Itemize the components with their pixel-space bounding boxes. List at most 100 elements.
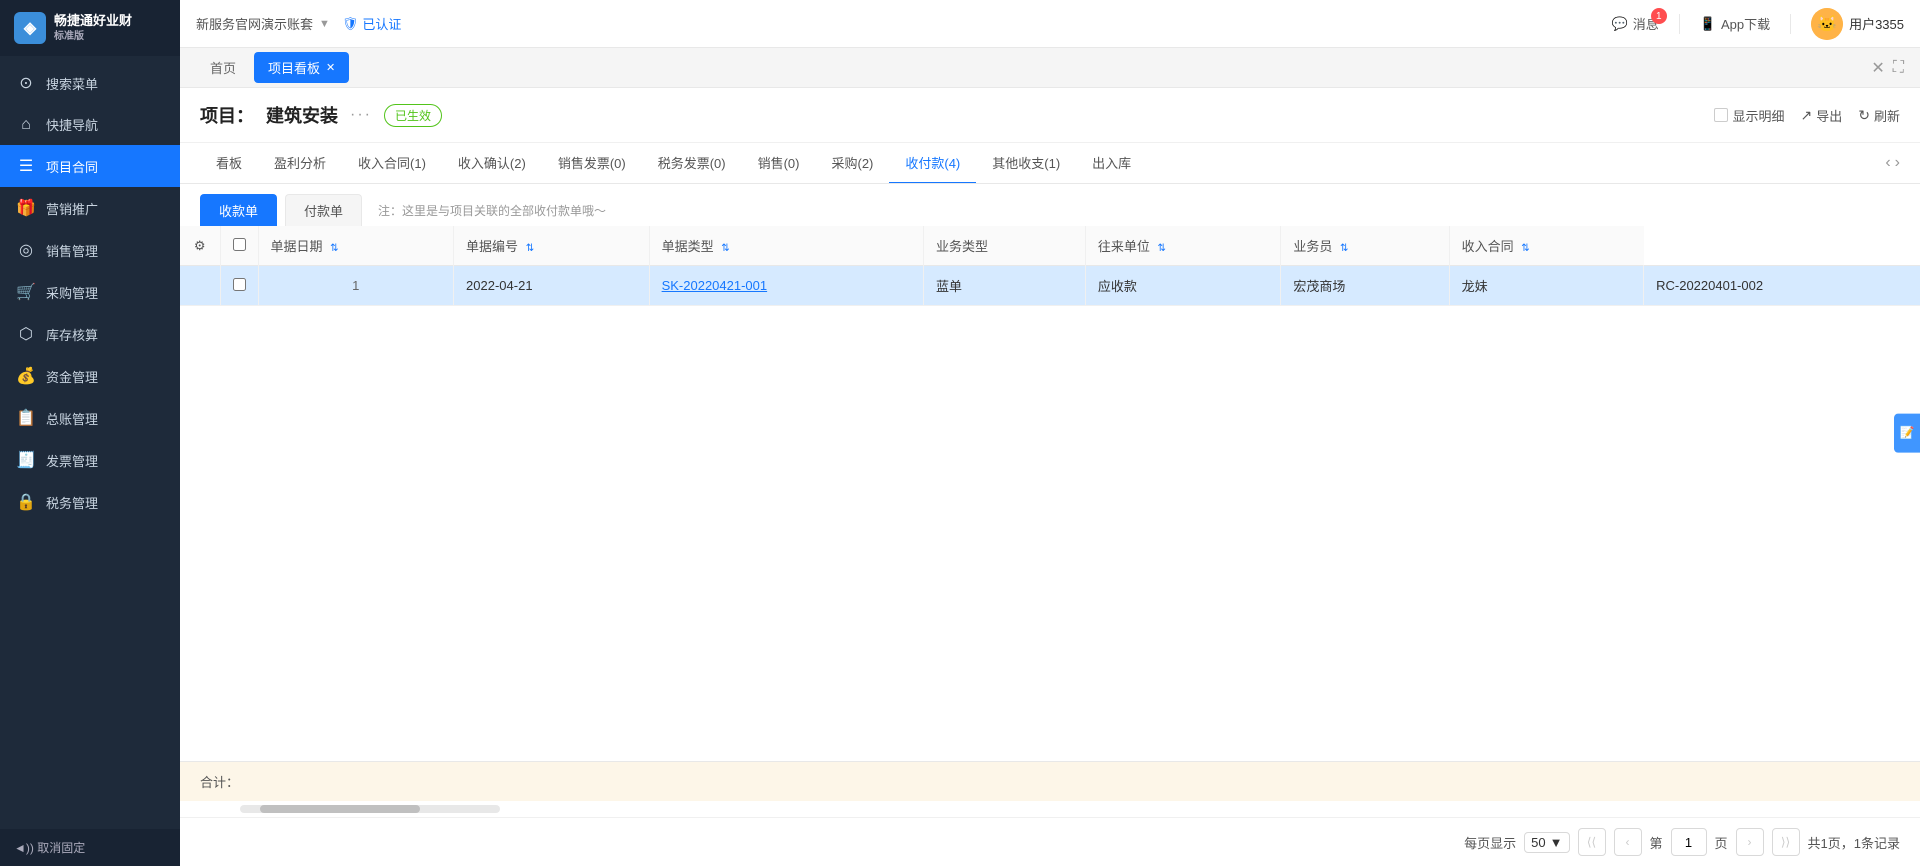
sidebar-item-invoice-mgmt[interactable]: 🧾 发票管理 (0, 439, 180, 481)
row-checkbox[interactable] (233, 278, 246, 291)
sidebar-item-label: 营销推广 (46, 199, 98, 218)
page-unit: 页 (1715, 833, 1728, 852)
page-num-label: 第 (1650, 833, 1663, 852)
th-doc-type[interactable]: 单据类型 ⇅ (649, 226, 923, 266)
sidebar-item-quick-nav[interactable]: ⌂ 快捷导航 (0, 104, 180, 145)
td-counterpart: 宏茂商场 (1281, 266, 1449, 306)
doc-no-link[interactable]: SK-20220421-001 (662, 278, 768, 293)
prev-page-btn[interactable]: ‹ (1614, 828, 1642, 856)
user-label: 用户3355 (1849, 14, 1904, 33)
page-size-arrow-icon: ▼ (1550, 835, 1563, 850)
sidebar-item-search[interactable]: ⊙ 搜索菜单 (0, 62, 180, 104)
show-detail-label: 显示明细 (1732, 106, 1784, 125)
project-status-badge: 已生效 (384, 104, 442, 127)
app-edition: 标准版 (54, 30, 132, 43)
tab-home-label: 首页 (210, 61, 236, 76)
maximize-window-btn[interactable]: ⛶ (1893, 59, 1904, 77)
project-actions: 显示明细 ↗ 导出 ↻ 刷新 (1714, 106, 1900, 125)
sidebar-item-marketing[interactable]: 🎁 营销推广 (0, 187, 180, 229)
sub-tab-sales-label: 销售(0) (758, 156, 800, 171)
app-title: 畅捷通好业财 (54, 13, 132, 30)
contract-icon: ☰ (16, 156, 36, 176)
sidebar-item-fund-mgmt[interactable]: 💰 资金管理 (0, 355, 180, 397)
scrollbar-area (180, 801, 1920, 817)
sub-tab-other-income[interactable]: 其他收支(1) (976, 143, 1076, 184)
window-controls: ✕ ⛶ (1871, 58, 1904, 78)
sub-tab-income-contract[interactable]: 收入合同(1) (342, 143, 442, 184)
sub-tab-tax-invoice-label: 税务发票(0) (658, 156, 726, 171)
sub-tabs: 看板 盈利分析 收入合同(1) 收入确认(2) 销售发票(0) 税务发票(0) … (180, 143, 1920, 184)
sub-tab-purchase[interactable]: 采购(2) (815, 143, 889, 184)
refresh-btn[interactable]: ↻ 刷新 (1858, 106, 1900, 125)
tab-close-icon[interactable]: ✕ (326, 61, 335, 74)
page-size-label: 每页显示 (1464, 833, 1516, 852)
sidebar-item-tax-mgmt[interactable]: 🔒 税务管理 (0, 481, 180, 523)
th-settings[interactable]: ⚙ (180, 226, 220, 266)
notification-badge: 1 (1651, 8, 1667, 24)
th-doc-date[interactable]: 单据日期 ⇅ (258, 226, 454, 266)
workspace-selector[interactable]: 新服务官网演示账套 ▼ (196, 14, 330, 33)
scroll-thumb[interactable] (260, 805, 420, 813)
th-doc-no[interactable]: 单据编号 ⇅ (454, 226, 650, 266)
page-number-input[interactable] (1671, 828, 1707, 856)
sidebar-item-project-contract[interactable]: ☰ 项目合同 (0, 145, 180, 187)
tax-icon: 🔒 (16, 492, 36, 512)
sub-tab-in-out[interactable]: 出入库 (1076, 143, 1147, 184)
sidebar-item-label: 销售管理 (46, 241, 98, 260)
td-doc-type: 蓝单 (923, 266, 1085, 306)
feedback-btn[interactable]: 📝 (1894, 414, 1920, 453)
home-icon: ⌂ (16, 116, 36, 134)
sidebar-item-ledger-mgmt[interactable]: 📋 总账管理 (0, 397, 180, 439)
sub-tab-tax-invoice[interactable]: 税务发票(0) (642, 143, 742, 184)
inner-tab-payment[interactable]: 付款单 (285, 194, 362, 226)
select-all-checkbox[interactable] (233, 238, 246, 251)
sub-tab-profit[interactable]: 盈利分析 (258, 143, 342, 184)
sub-tab-purchase-label: 采购(2) (831, 156, 873, 171)
search-icon: ⊙ (16, 73, 36, 93)
gift-icon: 🎁 (16, 198, 36, 218)
next-page-btn[interactable]: › (1736, 828, 1764, 856)
sub-tab-sales[interactable]: 销售(0) (742, 143, 816, 184)
header-divider-2 (1790, 14, 1791, 34)
last-page-btn[interactable]: ⟩⟩ (1772, 828, 1800, 856)
sidebar-unpin-btn[interactable]: ◄)) 取消固定 (0, 829, 180, 866)
th-checkbox[interactable] (220, 226, 258, 266)
app-download-btn[interactable]: 📱 App下载 (1700, 14, 1770, 33)
user-info[interactable]: 🐱 用户3355 (1811, 8, 1904, 40)
project-more-icon[interactable]: ··· (350, 106, 372, 124)
sub-tab-kanban[interactable]: 看板 (200, 143, 258, 184)
sidebar-item-purchase-mgmt[interactable]: 🛒 采购管理 (0, 271, 180, 313)
td-settings (180, 266, 220, 306)
messages-btn[interactable]: 💬 消息 1 (1612, 14, 1659, 33)
td-checkbox[interactable] (220, 266, 258, 306)
workspace-arrow-icon: ▼ (319, 18, 330, 30)
first-page-btn[interactable]: ⟨⟨ (1578, 828, 1606, 856)
inventory-icon: ⬡ (16, 324, 36, 344)
sub-tab-sales-invoice[interactable]: 销售发票(0) (542, 143, 642, 184)
next-tab-icon[interactable]: › (1895, 154, 1900, 172)
th-income-contract[interactable]: 收入合同 ⇅ (1449, 226, 1644, 266)
sub-tab-income-confirm[interactable]: 收入确认(2) (442, 143, 542, 184)
certified-label: 已认证 (362, 14, 401, 33)
export-btn[interactable]: ↗ 导出 (1801, 106, 1843, 125)
refresh-label: 刷新 (1874, 106, 1900, 125)
page-size-select[interactable]: 50 ▼ (1524, 832, 1569, 853)
sort-icon: ⇅ (330, 243, 338, 254)
inner-tab-receipt-label: 收款单 (219, 204, 258, 219)
show-detail-checkbox[interactable]: 显示明细 (1714, 106, 1784, 125)
tab-project-board[interactable]: 项目看板 ✕ (254, 52, 349, 83)
td-doc-date: 2022-04-21 (454, 266, 650, 306)
sidebar-item-sales-mgmt[interactable]: ◎ 销售管理 (0, 229, 180, 271)
horizontal-scrollbar[interactable] (240, 805, 500, 813)
close-window-btn[interactable]: ✕ (1871, 58, 1884, 78)
th-counterpart[interactable]: 往来单位 ⇅ (1085, 226, 1281, 266)
sidebar-item-inventory[interactable]: ⬡ 库存核算 (0, 313, 180, 355)
tab-home[interactable]: 首页 (196, 52, 250, 83)
prev-tab-icon[interactable]: ‹ (1885, 154, 1890, 172)
sidebar-item-label: 项目合同 (46, 157, 98, 176)
th-salesman[interactable]: 业务员 ⇅ (1281, 226, 1449, 266)
table-row: 1 2022-04-21 SK-20220421-001 蓝单 应收款 (180, 266, 1920, 306)
sub-tab-payment[interactable]: 收付款(4) (889, 143, 976, 184)
inner-tab-receipt[interactable]: 收款单 (200, 194, 277, 226)
td-salesman: 龙妹 (1449, 266, 1644, 306)
